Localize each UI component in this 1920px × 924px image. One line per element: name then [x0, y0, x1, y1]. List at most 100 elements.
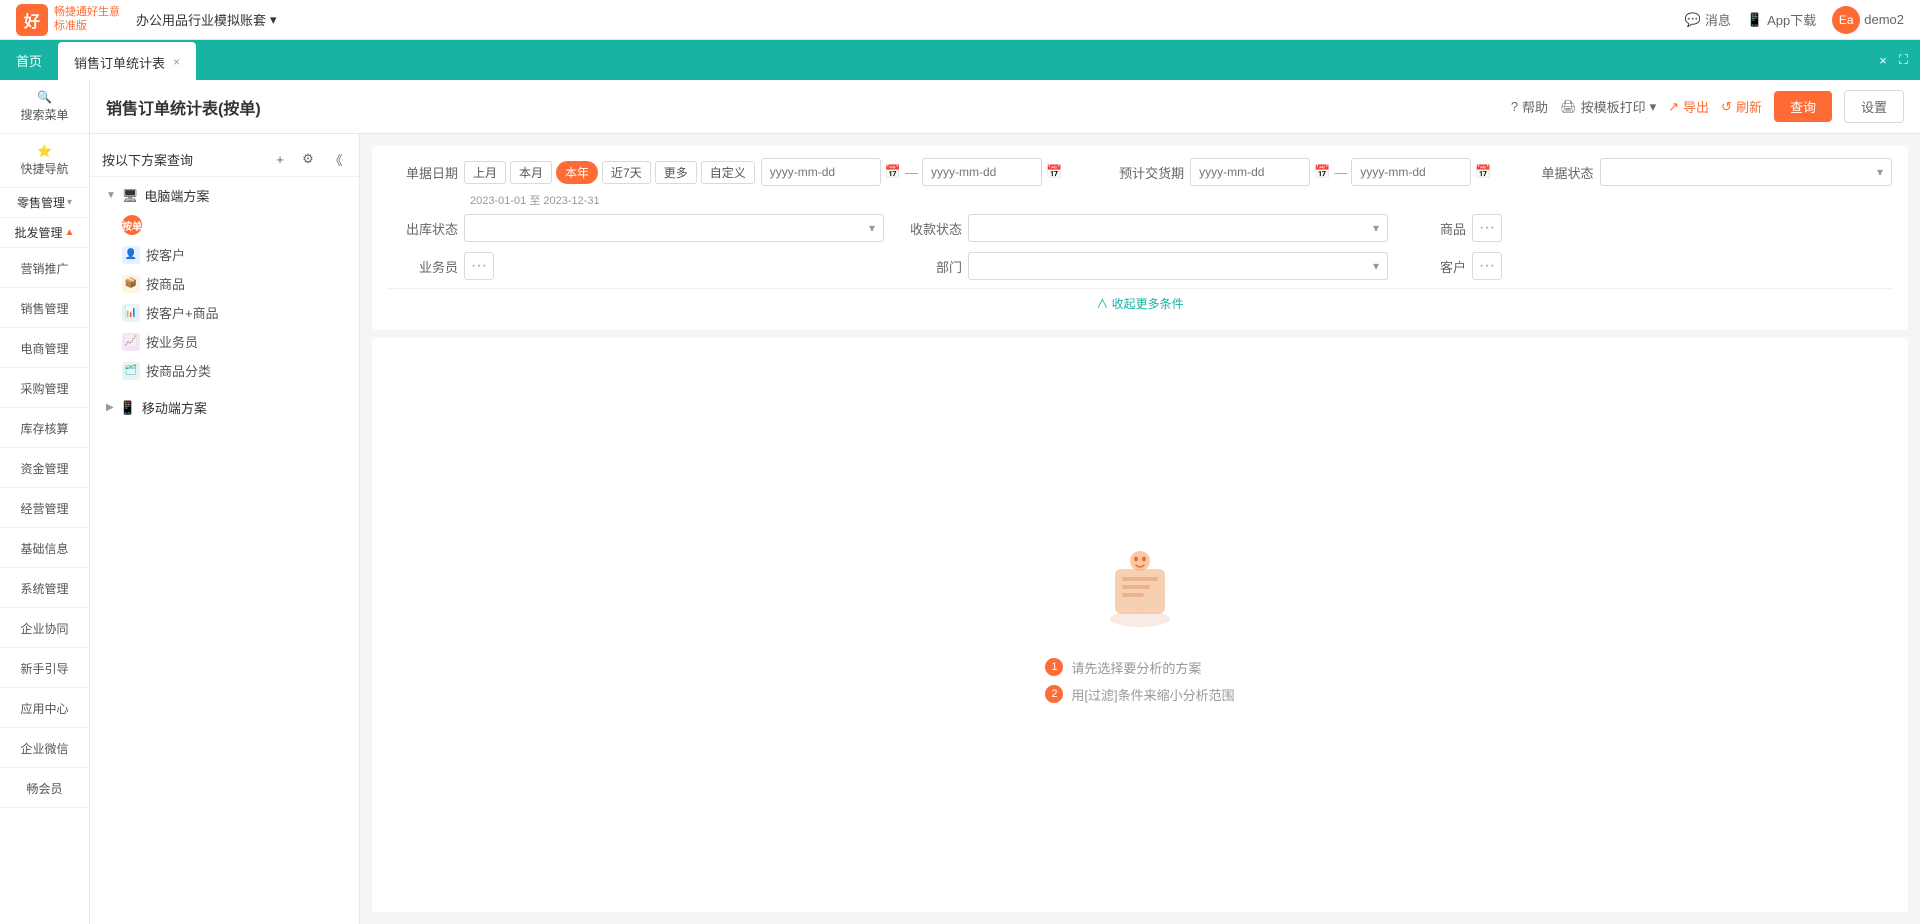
- delivery-from-input[interactable]: [1190, 158, 1310, 186]
- customer-label: 客户: [1396, 257, 1466, 276]
- calendar-icon-3: 📅: [1314, 164, 1330, 180]
- bar-icon: 📈: [122, 333, 140, 351]
- print-button[interactable]: 🖨 按模板打印 ▾: [1560, 97, 1656, 116]
- search-icon: 🔍: [4, 90, 85, 104]
- chevron-down-icon: ▾: [1373, 221, 1379, 235]
- scheme-tree: ▼ 🖥 电脑端方案 按单 👤 按客户 📦: [90, 181, 359, 422]
- category-icon: 🗂: [122, 362, 140, 380]
- date-from-input[interactable]: [761, 158, 881, 186]
- empty-icon: [1090, 539, 1190, 639]
- date-quick-buttons: 上月 本月 本年 近7天 更多 自定义: [464, 161, 755, 184]
- date-btn-last-month[interactable]: 上月: [464, 161, 506, 184]
- refresh-button[interactable]: ↺ 刷新: [1721, 97, 1762, 116]
- logo-area: 好 畅捷通好生意 标准版: [16, 4, 120, 36]
- download-icon: 📱: [1747, 12, 1763, 28]
- tab-close-icon[interactable]: ×: [173, 55, 180, 69]
- query-button[interactable]: 查询: [1774, 91, 1832, 122]
- pc-schemes-header[interactable]: ▼ 🖥 电脑端方案: [98, 181, 351, 210]
- filter-row-3: 出库状态 ▾ 收款状态 ▾: [388, 214, 1892, 242]
- goods-label: 商品: [1396, 219, 1466, 238]
- payment-status-label: 收款状态: [892, 219, 962, 238]
- logo-icon: 好: [16, 4, 48, 36]
- product-icon: 📦: [122, 275, 140, 293]
- mobile-schemes-group: ▶ 📱 移动端方案: [98, 393, 351, 422]
- payment-status-group: 收款状态 ▾: [892, 214, 1388, 242]
- date-btn-custom[interactable]: 自定义: [701, 161, 755, 184]
- delivery-label: 预计交货期: [1094, 163, 1184, 182]
- message-button[interactable]: 💬 消息: [1685, 10, 1731, 29]
- collapse-panel-button[interactable]: 《: [325, 148, 347, 170]
- main-layout: 🔍 搜索菜单 ⭐ 快捷导航 零售管理 ▾ 批发管理 ▲ 营销推广 销售管理 电商…: [0, 80, 1920, 924]
- date-filter-group: 单据日期 上月 本月 本年 近7天 更多 自定义 �: [388, 158, 1062, 186]
- sidebar-item-quick-nav[interactable]: ⭐ 快捷导航: [0, 134, 89, 188]
- tab-home[interactable]: 首页: [0, 40, 58, 80]
- date-btn-more[interactable]: 更多: [655, 161, 697, 184]
- scheme-icon-active: 按单: [122, 215, 142, 235]
- settings-button[interactable]: 设置: [1844, 90, 1904, 123]
- sidebar-item-appcenter[interactable]: 应用中心: [0, 688, 89, 728]
- message-icon: 💬: [1685, 12, 1701, 28]
- goods-group: 商品 ···: [1396, 214, 1892, 242]
- sidebar-item-newuser[interactable]: 新手引导: [0, 648, 89, 688]
- scheme-item-product[interactable]: 📦 按商品: [98, 269, 351, 298]
- date-btn-this-month[interactable]: 本月: [510, 161, 552, 184]
- dept-label: 部门: [892, 257, 962, 276]
- empty-hint-1: 1 请先选择要分析的方案: [1045, 658, 1234, 677]
- mobile-icon: 📱: [120, 400, 136, 416]
- app-selector[interactable]: 办公用品行业模拟账套 ▾: [128, 6, 285, 33]
- app-download-button[interactable]: 📱 App下载: [1747, 10, 1816, 29]
- scheme-item-product-category[interactable]: 🗂 按商品分类: [98, 356, 351, 385]
- right-panel: 单据日期 上月 本月 本年 近7天 更多 自定义 �: [360, 134, 1920, 924]
- scheme-settings-button[interactable]: ⚙: [297, 148, 319, 170]
- sidebar-item-basic[interactable]: 基础信息: [0, 528, 89, 568]
- empty-hints: 1 请先选择要分析的方案 2 用[过滤]条件来缩小分析范围: [1045, 658, 1234, 712]
- scheme-item-customer-product[interactable]: 📊 按客户+商品: [98, 298, 351, 327]
- sidebar-item-retail[interactable]: 零售管理 ▾: [0, 188, 89, 218]
- sidebar-item-operations[interactable]: 经营管理: [0, 488, 89, 528]
- sidebar-item-marketing[interactable]: 营销推广: [0, 248, 89, 288]
- goods-select[interactable]: ···: [1472, 214, 1502, 242]
- sidebar-item-enterprise[interactable]: 企业协同: [0, 608, 89, 648]
- sidebar-item-enterprise-wechat[interactable]: 企业微信: [0, 728, 89, 768]
- sidebar-item-sales[interactable]: 销售管理: [0, 288, 89, 328]
- bill-status-select[interactable]: ▾: [1600, 158, 1892, 186]
- scheme-toolbar: 按以下方案查询 + ⚙ 《: [90, 142, 359, 177]
- scheme-item-customer[interactable]: 👤 按客户: [98, 240, 351, 269]
- date-to-input[interactable]: [922, 158, 1042, 186]
- sidebar-item-purchase[interactable]: 采购管理: [0, 368, 89, 408]
- sidebar-item-search[interactable]: 🔍 搜索菜单: [0, 80, 89, 134]
- collapse-conditions-button[interactable]: ∧ 收起更多条件: [388, 288, 1892, 318]
- scheme-item-salesperson[interactable]: 📈 按业务员: [98, 327, 351, 356]
- window-close-button[interactable]: ×: [1875, 49, 1891, 72]
- window-maximize-button[interactable]: ⛶: [1895, 48, 1912, 72]
- print-icon: 🖨: [1560, 99, 1577, 115]
- date-btn-this-year[interactable]: 本年: [556, 161, 598, 184]
- ship-status-select[interactable]: ▾: [464, 214, 884, 242]
- salesperson-select[interactable]: ···: [464, 252, 494, 280]
- empty-state: 1 请先选择要分析的方案 2 用[过滤]条件来缩小分析范围: [372, 338, 1908, 912]
- tab-sales-order-stats[interactable]: 销售订单统计表 ×: [58, 42, 196, 82]
- sidebar-item-ecommerce[interactable]: 电商管理: [0, 328, 89, 368]
- chevron-down-icon: ▾: [869, 221, 875, 235]
- date-range-row: 2023-01-01 至 2023-12-31: [388, 190, 1892, 208]
- dept-group: 部门 ▾: [892, 252, 1388, 280]
- mobile-schemes-header[interactable]: ▶ 📱 移动端方案: [98, 393, 351, 422]
- user-menu[interactable]: Ea demo2: [1832, 6, 1904, 34]
- delivery-to-input[interactable]: [1351, 158, 1471, 186]
- dept-select[interactable]: ▾: [968, 252, 1388, 280]
- scheme-item-dan[interactable]: 按单: [98, 210, 351, 240]
- payment-status-select[interactable]: ▾: [968, 214, 1388, 242]
- date-label: 单据日期: [388, 163, 458, 182]
- help-icon: ?: [1511, 99, 1518, 114]
- add-scheme-button[interactable]: +: [269, 148, 291, 170]
- date-range-text: 2023-01-01 至 2023-12-31: [470, 192, 600, 208]
- sidebar-item-finance[interactable]: 资金管理: [0, 448, 89, 488]
- date-btn-7days[interactable]: 近7天: [602, 161, 651, 184]
- export-button[interactable]: ↗ 导出: [1668, 97, 1709, 116]
- sidebar-item-wholesale[interactable]: 批发管理 ▲: [0, 218, 89, 248]
- customer-select[interactable]: ···: [1472, 252, 1502, 280]
- sidebar-item-member[interactable]: 畅会员: [0, 768, 89, 808]
- help-button[interactable]: ? 帮助: [1511, 97, 1548, 116]
- sidebar-item-system[interactable]: 系统管理: [0, 568, 89, 608]
- sidebar-item-inventory[interactable]: 库存核算: [0, 408, 89, 448]
